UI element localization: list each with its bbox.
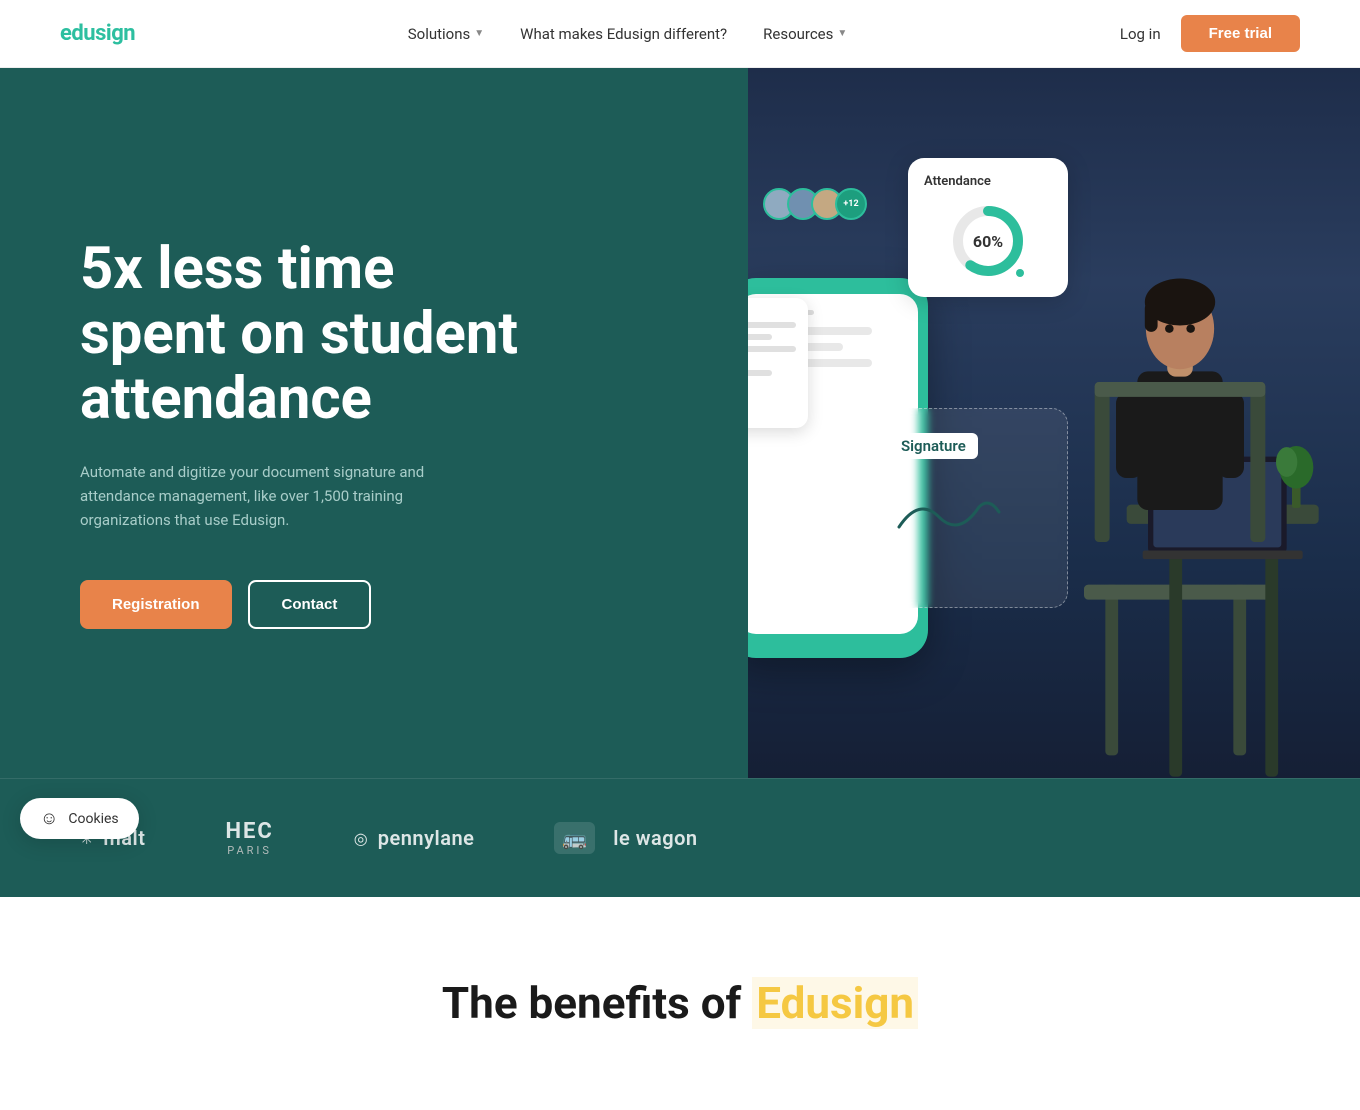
logo-pennylane: ◎ pennylane (354, 826, 475, 850)
hero-content: 5x less time spent on student attendance… (0, 68, 748, 778)
login-link[interactable]: Log in (1120, 25, 1161, 43)
hero-buttons: Registration Contact (80, 580, 688, 629)
hero-subtext: Automate and digitize your document sign… (80, 460, 460, 532)
cookie-icon: ☺ (40, 808, 58, 829)
free-trial-button[interactable]: Free trial (1181, 15, 1300, 52)
attendance-card: Attendance 60% (908, 158, 1068, 297)
logo-lewagon: 🚌 le wagon (554, 822, 697, 854)
chevron-down-icon: ▼ (837, 28, 847, 39)
lewagon-icon: 🚌 (554, 822, 595, 854)
nav-center: Solutions ▼ What makes Edusign different… (408, 25, 848, 43)
cookies-banner[interactable]: ☺ Cookies (20, 798, 139, 839)
doc-line (748, 334, 772, 340)
ui-cards-overlay: +12 Attendance 60% (748, 128, 1168, 708)
nav-resources[interactable]: Resources ▼ (763, 25, 847, 43)
doc-line (748, 346, 796, 352)
contact-button[interactable]: Contact (248, 580, 372, 629)
hero-headline: 5x less time spent on student attendance (80, 237, 688, 432)
benefits-title: The benefits of Edusign (80, 977, 1280, 1030)
avatars-group: +12 (763, 188, 867, 220)
document-card (748, 298, 808, 428)
benefits-highlight: Edusign (752, 977, 918, 1029)
nav-right: Log in Free trial (1120, 15, 1300, 52)
attendance-label: Attendance (924, 174, 1052, 189)
chevron-down-icon: ▼ (474, 28, 484, 39)
logo-hec: HEC PARIS (225, 819, 273, 857)
hero-section: 5x less time spent on student attendance… (0, 68, 1360, 778)
register-button[interactable]: Registration (80, 580, 232, 629)
signature-label: Signature (889, 433, 978, 459)
benefits-section: The benefits of Edusign (0, 897, 1360, 1110)
attendance-percent: 60% (973, 232, 1003, 251)
pennylane-icon: ◎ (354, 829, 368, 848)
signature-card: Signature (868, 408, 1068, 608)
doc-line (748, 370, 772, 376)
cookies-label: Cookies (68, 811, 118, 827)
donut-indicator (1016, 269, 1024, 277)
attendance-donut: 60% (948, 201, 1028, 281)
avatar-count: +12 (835, 188, 867, 220)
pennylane-label: pennylane (378, 826, 475, 850)
hec-logo: HEC PARIS (225, 819, 273, 857)
nav-different[interactable]: What makes Edusign different? (520, 25, 727, 43)
nav-solutions[interactable]: Solutions ▼ (408, 25, 484, 43)
doc-line (748, 322, 796, 328)
signature-svg (889, 487, 1009, 537)
hero-right: +12 Attendance 60% (748, 68, 1360, 778)
logos-bar: ✳ malt HEC PARIS ◎ pennylane 🚌 le wagon (0, 778, 1360, 897)
doc-lines (748, 310, 796, 376)
lewagon-label: le wagon (613, 826, 697, 850)
logo[interactable]: edusign (60, 21, 135, 46)
navbar: edusign Solutions ▼ What makes Edusign d… (0, 0, 1360, 68)
